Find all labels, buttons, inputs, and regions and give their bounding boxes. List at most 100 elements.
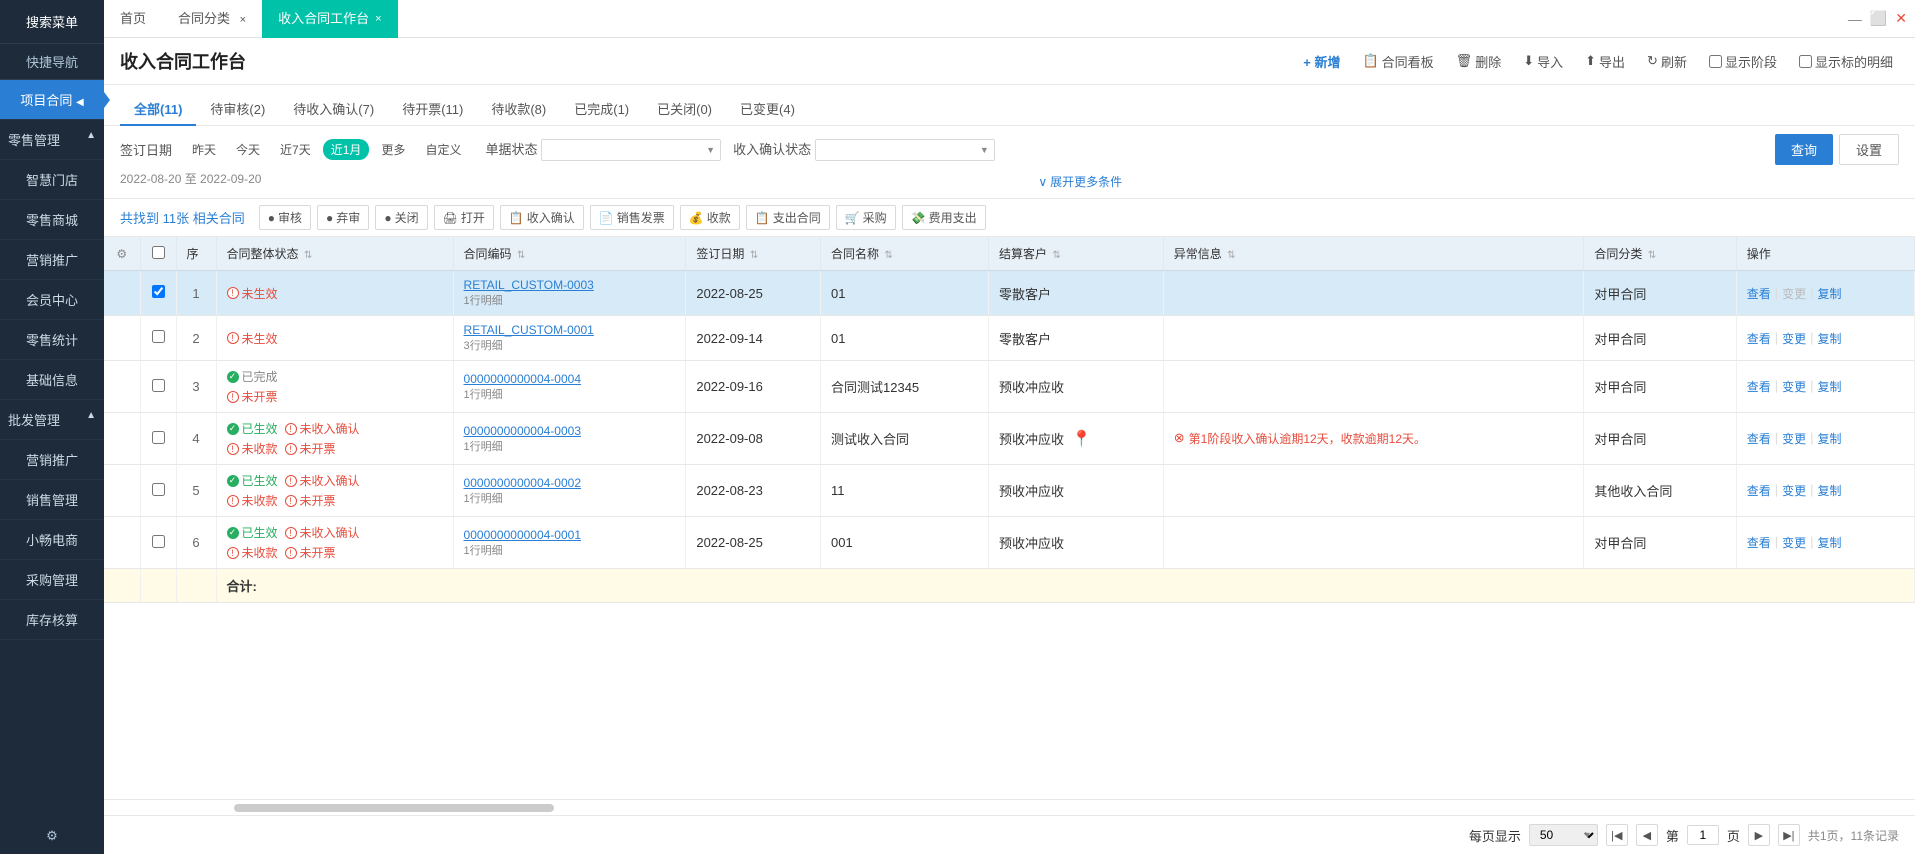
last-page-btn[interactable]: ▶| <box>1778 824 1800 846</box>
tab-income-contract[interactable]: 收入合同工作台 × <box>262 0 397 38</box>
row1-contract-code-link[interactable]: RETAIL_CUSTOM-0003 <box>464 278 676 292</box>
filter-tab-closed[interactable]: 已关闭(0) <box>643 93 726 126</box>
filter-tab-all[interactable]: 全部(11) <box>120 93 196 126</box>
window-close-icon[interactable]: ✕ <box>1895 10 1907 27</box>
sidebar-item-base-info[interactable]: 基础信息 <box>0 360 104 400</box>
row3-view-btn[interactable]: 查看 <box>1747 378 1771 395</box>
filter-tab-pending-income-confirm[interactable]: 待收入确认(7) <box>279 93 388 126</box>
date-btn-more[interactable]: 更多 <box>373 139 413 160</box>
refresh-button[interactable]: ↻ 刷新 <box>1641 49 1693 74</box>
new-button[interactable]: + 新增 <box>1297 49 1346 74</box>
date-btn-last7[interactable]: 近7天 <box>272 139 319 160</box>
sidebar-nav[interactable]: 快捷导航 <box>0 44 104 80</box>
sidebar-item-smart-store[interactable]: 智慧门店 <box>0 160 104 200</box>
sales-invoice-button[interactable]: 📄 销售发票 <box>590 205 674 230</box>
prev-page-btn[interactable]: ◀ <box>1636 824 1658 846</box>
row1-view-btn[interactable]: 查看 <box>1747 285 1771 302</box>
sidebar-item-xiaochangec[interactable]: 小畅电商 <box>0 520 104 560</box>
tab-contract-cat-close[interactable]: × <box>240 14 246 26</box>
sidebar-item-wholesale[interactable]: 批发管理 ▲ <box>0 400 104 440</box>
next-page-btn[interactable]: ▶ <box>1748 824 1770 846</box>
sidebar-item-retail-mall[interactable]: 零售商城 <box>0 200 104 240</box>
select-all-checkbox[interactable] <box>152 246 165 259</box>
window-restore-icon[interactable]: ⬜ <box>1870 10 1887 27</box>
first-page-btn[interactable]: |◀ <box>1606 824 1628 846</box>
col-overall-status-header[interactable]: 合同整体状态 ⇅ <box>216 237 453 271</box>
row6-contract-code-link[interactable]: 0000000000004-0001 <box>464 528 676 542</box>
review-button[interactable]: ● 审核 <box>259 205 311 230</box>
row5-change-btn[interactable]: 变更 <box>1782 482 1806 499</box>
col-contract-name-header[interactable]: 合同名称 ⇅ <box>821 237 989 271</box>
row2-change-btn[interactable]: 变更 <box>1782 330 1806 347</box>
row6-change-btn[interactable]: 变更 <box>1782 534 1806 551</box>
row4-contract-code-link[interactable]: 0000000000004-0003 <box>464 424 676 438</box>
delete-button[interactable]: 🗑 删除 <box>1450 49 1508 74</box>
sidebar-item-member[interactable]: 会员中心 <box>0 280 104 320</box>
window-minimize-icon[interactable]: — <box>1848 11 1862 27</box>
row5-view-btn[interactable]: 查看 <box>1747 482 1771 499</box>
sidebar-settings[interactable]: ⚙ <box>0 818 104 854</box>
sidebar-item-marketing[interactable]: 营销推广 <box>0 240 104 280</box>
show-label-detail-checkbox[interactable]: 显示标的明细 <box>1793 49 1899 74</box>
sidebar-item-inventory[interactable]: 库存核算 <box>0 600 104 640</box>
tab-income-contract-close[interactable]: × <box>375 0 381 38</box>
row1-checkbox[interactable] <box>152 285 165 298</box>
expense-button[interactable]: 💸 费用支出 <box>902 205 986 230</box>
pay-contract-button[interactable]: 📋 支出合同 <box>746 205 830 230</box>
sidebar-item-purchase[interactable]: 采购管理 <box>0 560 104 600</box>
income-confirm-select[interactable] <box>815 139 995 161</box>
row2-copy-btn[interactable]: 复制 <box>1818 330 1842 347</box>
filter-tab-pending-invoice[interactable]: 待开票(11) <box>388 93 477 126</box>
page-size-select[interactable]: 50 100 <box>1529 824 1598 846</box>
row6-checkbox[interactable] <box>152 535 165 548</box>
date-btn-today[interactable]: 今天 <box>228 139 268 160</box>
expand-conditions-button[interactable]: ∨ 展开更多条件 <box>1038 173 1122 190</box>
row5-checkbox[interactable] <box>152 483 165 496</box>
row2-checkbox[interactable] <box>152 330 165 343</box>
show-stages-checkbox[interactable]: 显示阶段 <box>1703 49 1783 74</box>
row4-change-btn[interactable]: 变更 <box>1782 430 1806 447</box>
filter-tab-pending-review[interactable]: 待审核(2) <box>196 93 279 126</box>
row6-view-btn[interactable]: 查看 <box>1747 534 1771 551</box>
sidebar-search[interactable]: 搜索菜单 <box>0 0 104 44</box>
filter-tab-completed[interactable]: 已完成(1) <box>560 93 643 126</box>
income-confirm-button[interactable]: 📋 收入确认 <box>500 205 584 230</box>
export-button[interactable]: ⬆ 导出 <box>1579 49 1631 74</box>
page-input[interactable] <box>1687 825 1719 845</box>
row2-view-btn[interactable]: 查看 <box>1747 330 1771 347</box>
row1-copy-btn[interactable]: 复制 <box>1818 285 1842 302</box>
filter-tab-pending-payment[interactable]: 待收款(8) <box>477 93 560 126</box>
print-button[interactable]: 🖨 打开 <box>434 205 494 230</box>
row5-contract-code-link[interactable]: 0000000000004-0002 <box>464 476 676 490</box>
show-label-detail-input[interactable] <box>1799 55 1812 68</box>
col-sign-date-header[interactable]: 签订日期 ⇅ <box>686 237 821 271</box>
doc-status-select[interactable] <box>541 139 721 161</box>
abandon-button[interactable]: ● 弃审 <box>317 205 369 230</box>
col-settlement-customer-header[interactable]: 结算客户 ⇅ <box>988 237 1163 271</box>
sidebar-item-retail-stats[interactable]: 零售统计 <box>0 320 104 360</box>
row3-copy-btn[interactable]: 复制 <box>1818 378 1842 395</box>
date-btn-custom[interactable]: 自定义 <box>417 139 469 160</box>
row4-checkbox[interactable] <box>152 431 165 444</box>
setting-button[interactable]: 设置 <box>1839 134 1899 165</box>
filter-tab-changed[interactable]: 已变更(4) <box>726 93 809 126</box>
row2-contract-code-link[interactable]: RETAIL_CUSTOM-0001 <box>464 323 676 337</box>
row3-change-btn[interactable]: 变更 <box>1782 378 1806 395</box>
query-button[interactable]: 查询 <box>1775 134 1833 165</box>
row5-copy-btn[interactable]: 复制 <box>1818 482 1842 499</box>
col-error-info-header[interactable]: 异常信息 ⇅ <box>1163 237 1584 271</box>
close-contract-button[interactable]: ● 关闭 <box>375 205 427 230</box>
show-stages-input[interactable] <box>1709 55 1722 68</box>
import-button[interactable]: ⬇ 导入 <box>1517 49 1569 74</box>
row4-copy-btn[interactable]: 复制 <box>1818 430 1842 447</box>
col-contract-category-header[interactable]: 合同分类 ⇅ <box>1584 237 1736 271</box>
row4-view-btn[interactable]: 查看 <box>1747 430 1771 447</box>
row6-copy-btn[interactable]: 复制 <box>1818 534 1842 551</box>
tab-contract-cat[interactable]: 合同分类 × <box>162 0 262 38</box>
sidebar-item-sales[interactable]: 销售管理 <box>0 480 104 520</box>
tab-home[interactable]: 首页 <box>104 0 162 38</box>
col-contract-code-header[interactable]: 合同编码 ⇅ <box>453 237 686 271</box>
sidebar-item-project[interactable]: 项目合同 ◀ <box>0 80 104 120</box>
purchase-button[interactable]: 🛒 采购 <box>836 205 896 230</box>
sidebar-item-marketing2[interactable]: 营销推广 <box>0 440 104 480</box>
